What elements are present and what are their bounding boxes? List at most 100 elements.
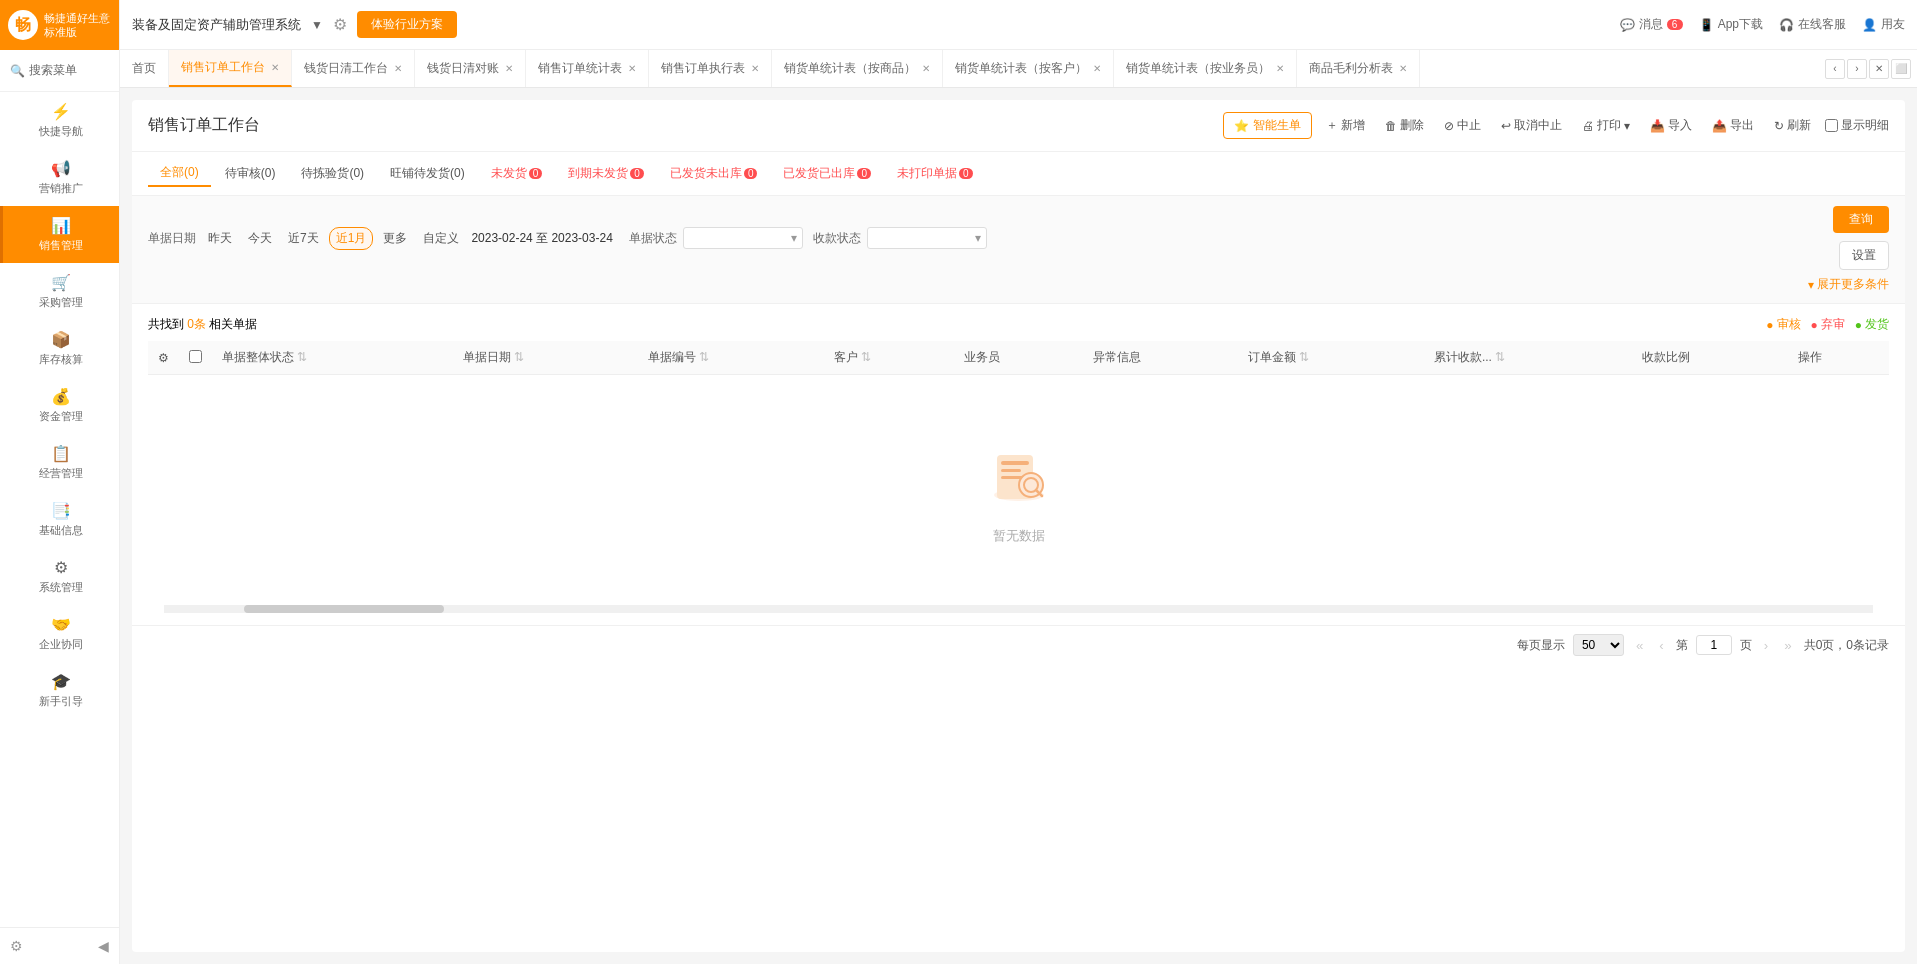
sidebar-search-area[interactable]: 🔍 搜索菜单 [0, 50, 119, 92]
tab-next-button[interactable]: › [1847, 59, 1867, 79]
stop-button[interactable]: ⊘ 中止 [1438, 113, 1487, 138]
export-button[interactable]: 📤 导出 [1706, 113, 1760, 138]
sidebar-item-inventory[interactable]: 📦库存核算 [0, 320, 119, 377]
filter-date-1month[interactable]: 近1月 [329, 227, 374, 250]
col-amount[interactable]: 订单金额⇅ [1238, 341, 1424, 375]
filter-tab-pending-check[interactable]: 待拣验货(0) [289, 161, 376, 186]
sidebar-item-finance[interactable]: 💰资金管理 [0, 377, 119, 434]
filter-date-more[interactable]: 更多 [377, 228, 413, 249]
filter-tab-shipped-not-out[interactable]: 已发货未出库0 [658, 161, 770, 186]
print-button[interactable]: 🖨 打印 ▾ [1576, 113, 1636, 138]
tab-close-icon[interactable]: ✕ [394, 63, 402, 74]
filter-tab-pending-review[interactable]: 待审核(0) [213, 161, 288, 186]
filter-tab-expired-not-shipped[interactable]: 到期未发货0 [556, 161, 656, 186]
tab-close-icon[interactable]: ✕ [751, 63, 759, 74]
last-page-button[interactable]: » [1780, 636, 1795, 655]
col-customer[interactable]: 客户⇅ [824, 341, 955, 375]
sidebar-item-operations[interactable]: 📋经营管理 [0, 434, 119, 491]
sidebar-item-purchase[interactable]: 🛒采购管理 [0, 263, 119, 320]
first-page-button[interactable]: « [1632, 636, 1647, 655]
tab-sales-sum-customer[interactable]: 销货单统计表（按客户） ✕ [943, 50, 1114, 87]
sidebar: 畅 畅捷通好生意 标准版 🔍 搜索菜单 ⚡快捷导航📢营销推广📊销售管理🛒采购管理… [0, 0, 120, 964]
filter-tab-shipped-out[interactable]: 已发货已出库0 [771, 161, 883, 186]
filter-status-select[interactable] [683, 227, 803, 249]
col-check[interactable] [179, 341, 212, 375]
filter-date-yesterday[interactable]: 昨天 [202, 228, 238, 249]
message-button[interactable]: 💬 消息 6 [1620, 16, 1683, 33]
show-detail-checkbox-label[interactable]: 显示明细 [1825, 117, 1889, 134]
tab-close-icon[interactable]: ✕ [1276, 63, 1284, 74]
industry-solution-button[interactable]: 体验行业方案 [357, 11, 457, 38]
tab-close-current-button[interactable]: ✕ [1869, 59, 1889, 79]
user-menu-button[interactable]: 👤 用友 [1862, 16, 1905, 33]
sidebar-item-enterprise[interactable]: 🤝企业协同 [0, 605, 119, 662]
filter-date-7days[interactable]: 近7天 [282, 228, 325, 249]
sidebar-item-guide[interactable]: 🎓新手引导 [0, 662, 119, 719]
horizontal-scrollbar[interactable] [164, 605, 1873, 613]
scrollbar-thumb[interactable] [244, 605, 444, 613]
setting-button[interactable]: 设置 [1839, 241, 1889, 270]
batch-cancel-button[interactable]: ● 弃审 [1811, 316, 1845, 333]
quick-nav-icon: ⚡ [51, 102, 71, 121]
batch-ship-button[interactable]: ● 发货 [1855, 316, 1889, 333]
table-meta-text: 共找到 0条 相关单据 [148, 316, 257, 333]
filter-tab-wangpu[interactable]: 旺铺待发货(0) [378, 161, 477, 186]
per-page-select[interactable]: 50 10 20 100 [1573, 634, 1624, 656]
tab-sales-exec[interactable]: 销售订单执行表 ✕ [649, 50, 772, 87]
expand-more-conditions[interactable]: ▾ 展开更多条件 [1808, 276, 1889, 293]
show-detail-checkbox[interactable] [1825, 119, 1838, 132]
col-collected[interactable]: 累计收款...⇅ [1424, 341, 1633, 375]
tab-cash-daily[interactable]: 钱货日清工作台 ✕ [292, 50, 415, 87]
tab-home[interactable]: 首页 [120, 50, 169, 87]
tab-close-icon[interactable]: ✕ [922, 63, 930, 74]
tab-close-icon[interactable]: ✕ [628, 63, 636, 74]
sidebar-item-sales[interactable]: 📊销售管理 [0, 206, 119, 263]
import-button[interactable]: 📥 导入 [1644, 113, 1698, 138]
tab-cash-reconcile[interactable]: 钱货日清对账 ✕ [415, 50, 526, 87]
prev-page-button[interactable]: ‹ [1655, 636, 1667, 655]
online-service-button[interactable]: 🎧 在线客服 [1779, 16, 1846, 33]
tab-sales-stat[interactable]: 销售订单统计表 ✕ [526, 50, 649, 87]
tab-prev-button[interactable]: ‹ [1825, 59, 1845, 79]
add-button[interactable]: ＋ 新增 [1320, 113, 1371, 138]
current-page-input[interactable] [1696, 635, 1732, 655]
tab-sales-sum-staff[interactable]: 销货单统计表（按业务员） ✕ [1114, 50, 1297, 87]
tab-close-icon[interactable]: ✕ [1399, 63, 1407, 74]
tab-sales-workbench[interactable]: 销售订单工作台 ✕ [169, 50, 292, 87]
filter-tab-not-shipped[interactable]: 未发货0 [479, 161, 555, 186]
tab-close-icon[interactable]: ✕ [1093, 63, 1101, 74]
tab-product-profit[interactable]: 商品毛利分析表 ✕ [1297, 50, 1420, 87]
system-dropdown[interactable]: ▼ [311, 18, 323, 32]
sidebar-item-quick-nav[interactable]: ⚡快捷导航 [0, 92, 119, 149]
next-page-button[interactable]: › [1760, 636, 1772, 655]
filter-tab-not-printed[interactable]: 未打印单据0 [885, 161, 985, 186]
pagination: 每页显示 50 10 20 100 « ‹ 第 页 › » 共0页，0条记录 [132, 625, 1905, 664]
filter-tab-all[interactable]: 全部(0) [148, 160, 211, 187]
col-number[interactable]: 单据编号⇅ [638, 341, 824, 375]
refresh-icon: ↻ [1774, 119, 1784, 133]
tab-sales-sum-product[interactable]: 销货单统计表（按商品） ✕ [772, 50, 943, 87]
tab-close-icon[interactable]: ✕ [271, 62, 279, 73]
cancel-stop-button[interactable]: ↩ 取消中止 [1495, 113, 1568, 138]
select-all-checkbox[interactable] [189, 350, 202, 363]
settings-icon-button[interactable]: ⚙ [10, 938, 23, 954]
col-date[interactable]: 单据日期⇅ [453, 341, 639, 375]
sidebar-item-system[interactable]: ⚙系统管理 [0, 548, 119, 605]
filter-payment-select[interactable] [867, 227, 987, 249]
smart-create-button[interactable]: ⭐ 智能生单 [1223, 112, 1312, 139]
collapse-sidebar-button[interactable]: ◀ [98, 938, 109, 954]
topbar-settings-icon[interactable]: ⚙ [333, 15, 347, 34]
batch-review-button[interactable]: ● 审核 [1766, 316, 1800, 333]
sidebar-item-marketing[interactable]: 📢营销推广 [0, 149, 119, 206]
sidebar-item-basic[interactable]: 📑基础信息 [0, 491, 119, 548]
refresh-button[interactable]: ↻ 刷新 [1768, 113, 1817, 138]
filter-date-today[interactable]: 今天 [242, 228, 278, 249]
tab-maximize-button[interactable]: ⬜ [1891, 59, 1911, 79]
col-status[interactable]: 单据整体状态⇅ [212, 341, 453, 375]
tab-close-icon[interactable]: ✕ [505, 63, 513, 74]
app-download-button[interactable]: 📱 App下载 [1699, 16, 1763, 33]
search-menu-button[interactable]: 🔍 搜索菜单 [6, 58, 113, 83]
filter-date-custom[interactable]: 自定义 [417, 228, 465, 249]
query-button[interactable]: 查询 [1833, 206, 1889, 233]
delete-button[interactable]: 🗑 删除 [1379, 113, 1430, 138]
